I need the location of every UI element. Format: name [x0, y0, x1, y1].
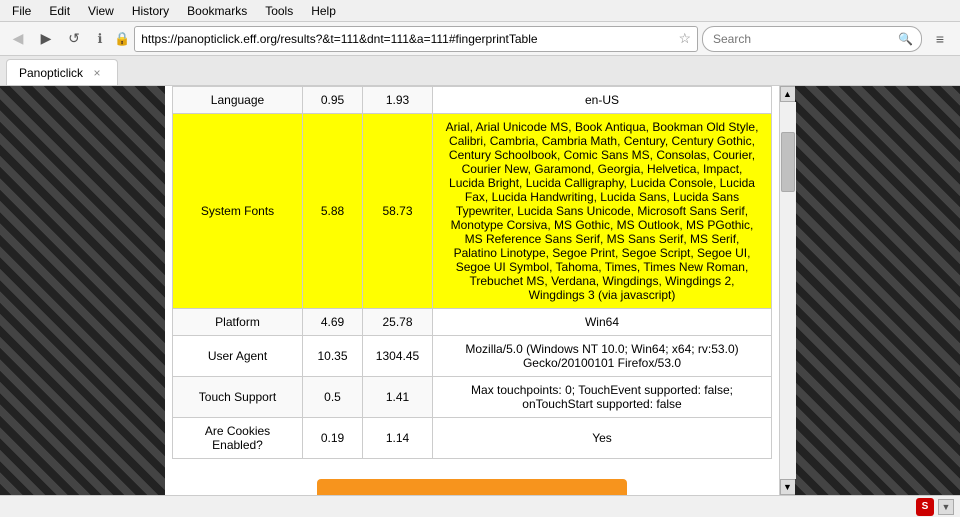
table-cell-name: Platform [173, 309, 303, 336]
menu-history[interactable]: History [124, 2, 177, 20]
right-decoration [795, 86, 960, 495]
table-cell-bits: 5.88 [303, 114, 363, 309]
table-row: System Fonts5.8858.73Arial, Arial Unicod… [173, 114, 772, 309]
menu-help[interactable]: Help [303, 2, 344, 20]
shield-icon: S [916, 498, 934, 516]
scrollbar: ▲ ▼ [779, 86, 795, 495]
toolbar: ◀ ▶ ↺ ℹ 🔒 ☆ 🔍 ≡ [0, 22, 960, 56]
active-tab[interactable]: Panopticlick × [6, 59, 118, 85]
status-right: S ▼ [916, 498, 954, 516]
menu-view[interactable]: View [80, 2, 122, 20]
menu-bookmarks[interactable]: Bookmarks [179, 2, 255, 20]
search-bar-container: 🔍 [702, 26, 922, 52]
table-cell-one-in: 25.78 [363, 309, 433, 336]
scroll-up-button[interactable]: ▲ [780, 86, 796, 102]
left-decoration [0, 86, 165, 495]
search-input[interactable] [713, 32, 893, 46]
table-row: Are Cookies Enabled?0.191.14Yes [173, 418, 772, 459]
content-area: Language0.951.93en-USSystem Fonts5.8858.… [0, 86, 960, 495]
hamburger-menu-button[interactable]: ≡ [926, 27, 954, 51]
lock-icon: 🔒 [114, 31, 130, 47]
tab-title: Panopticlick [19, 66, 83, 80]
tab-close-button[interactable]: × [89, 65, 105, 81]
menu-bar: File Edit View History Bookmarks Tools H… [0, 0, 960, 22]
retest-button[interactable]: RE-TEST YOUR BROWSER [317, 479, 627, 495]
table-cell-value: Win64 [433, 309, 772, 336]
scroll-down-button[interactable]: ▼ [780, 479, 796, 495]
bookmark-star-icon[interactable]: ☆ [678, 30, 691, 47]
url-bar[interactable]: ☆ [134, 26, 698, 52]
table-row: Platform4.6925.78Win64 [173, 309, 772, 336]
forward-button[interactable]: ▶ [34, 27, 58, 51]
table-cell-one-in: 1.14 [363, 418, 433, 459]
table-cell-one-in: 58.73 [363, 114, 433, 309]
table-cell-one-in: 1.93 [363, 87, 433, 114]
table-cell-bits: 10.35 [303, 336, 363, 377]
info-button[interactable]: ℹ [90, 29, 110, 49]
table-cell-name: User Agent [173, 336, 303, 377]
table-cell-value: en-US [433, 87, 772, 114]
table-cell-value: Mozilla/5.0 (Windows NT 10.0; Win64; x64… [433, 336, 772, 377]
table-cell-name: Are Cookies Enabled? [173, 418, 303, 459]
scroll-track [780, 102, 796, 479]
table-row: Language0.951.93en-US [173, 87, 772, 114]
table-cell-one-in: 1304.45 [363, 336, 433, 377]
menu-edit[interactable]: Edit [41, 2, 78, 20]
table-cell-bits: 0.5 [303, 377, 363, 418]
table-cell-bits: 0.95 [303, 87, 363, 114]
table-cell-name: Touch Support [173, 377, 303, 418]
back-button[interactable]: ◀ [6, 27, 30, 51]
status-scroll-button[interactable]: ▼ [938, 499, 954, 515]
fingerprint-table: Language0.951.93en-USSystem Fonts5.8858.… [172, 86, 772, 459]
table-cell-name: System Fonts [173, 114, 303, 309]
tab-bar: Panopticlick × [0, 56, 960, 86]
table-cell-one-in: 1.41 [363, 377, 433, 418]
table-row: User Agent10.351304.45Mozilla/5.0 (Windo… [173, 336, 772, 377]
menu-file[interactable]: File [4, 2, 39, 20]
table-cell-name: Language [173, 87, 303, 114]
main-content: Language0.951.93en-USSystem Fonts5.8858.… [165, 86, 779, 495]
url-input[interactable] [141, 32, 676, 46]
table-cell-value: Yes [433, 418, 772, 459]
menu-tools[interactable]: Tools [257, 2, 301, 20]
status-bar: S ▼ [0, 495, 960, 517]
search-icon: 🔍 [898, 32, 913, 46]
table-cell-bits: 0.19 [303, 418, 363, 459]
reload-button[interactable]: ↺ [62, 27, 86, 51]
scroll-thumb[interactable] [781, 132, 795, 192]
table-cell-value: Arial, Arial Unicode MS, Book Antiqua, B… [433, 114, 772, 309]
table-cell-bits: 4.69 [303, 309, 363, 336]
table-row: Touch Support0.51.41Max touchpoints: 0; … [173, 377, 772, 418]
table-cell-value: Max touchpoints: 0; TouchEvent supported… [433, 377, 772, 418]
